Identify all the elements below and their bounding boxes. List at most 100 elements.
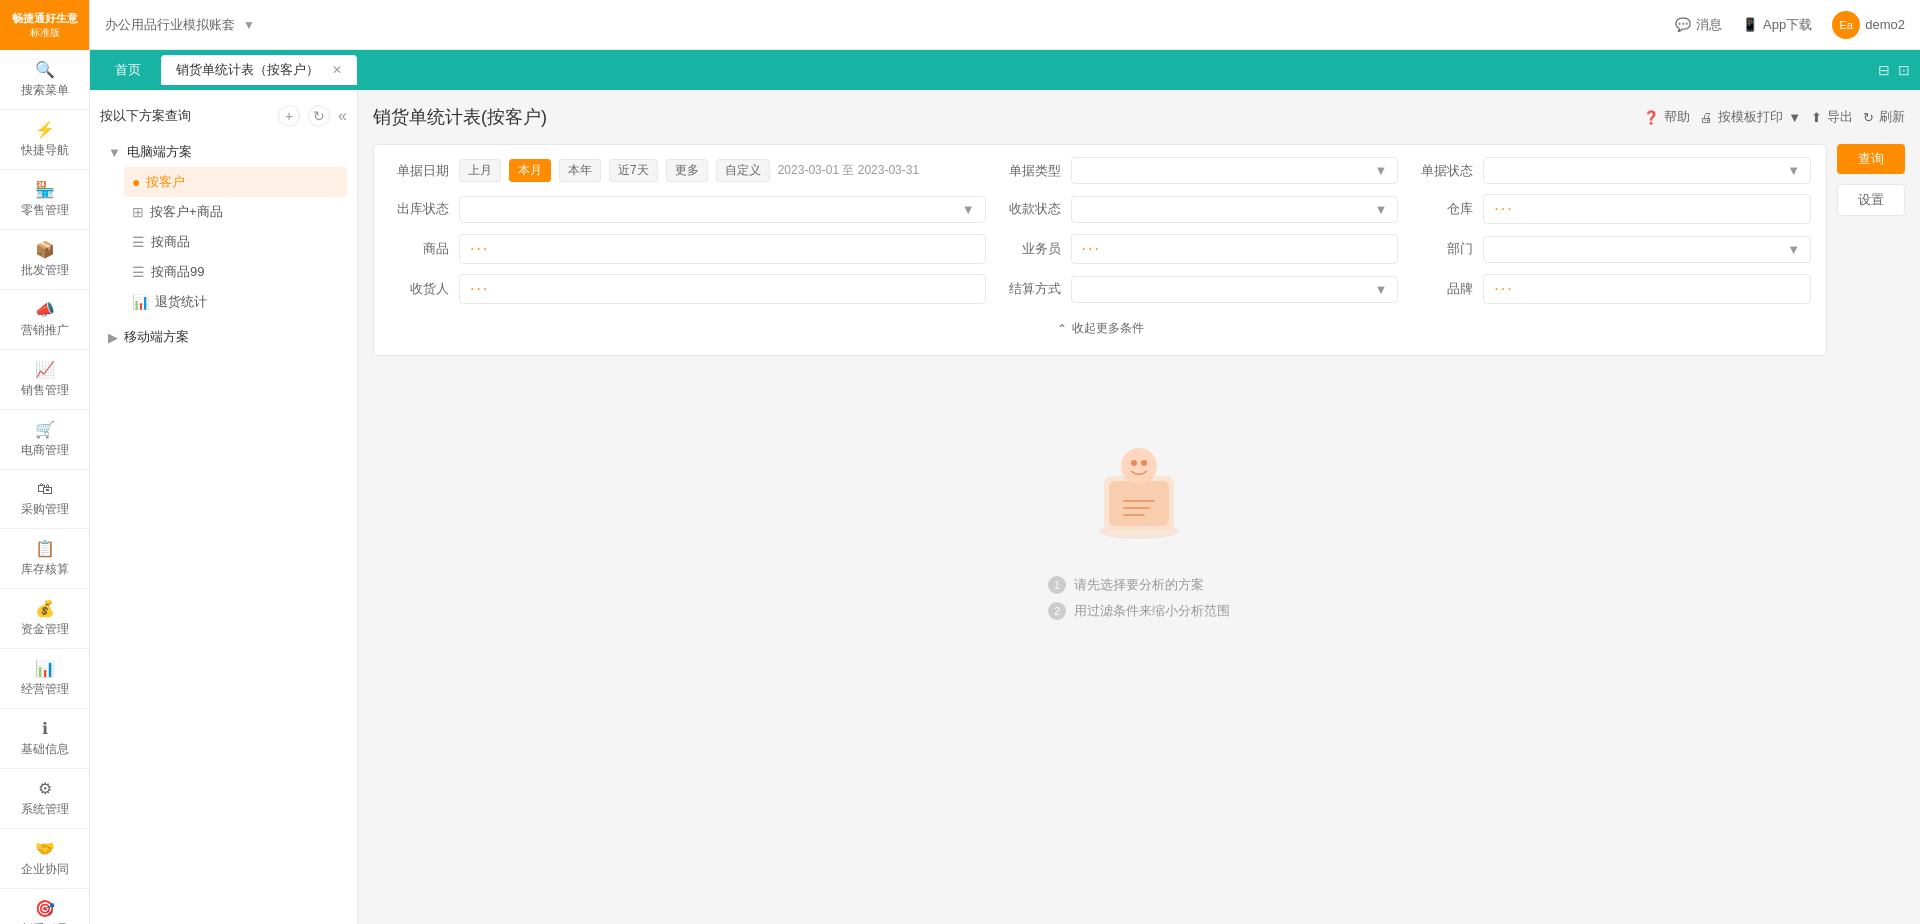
- logo[interactable]: 畅捷通好生意 标准版: [0, 0, 89, 50]
- sidebar-item-新手引导[interactable]: 🎯新手引导: [0, 889, 89, 924]
- brand-select[interactable]: ···: [1483, 274, 1811, 304]
- tree-item-label: 按商品: [151, 233, 190, 251]
- date-range: 2023-03-01 至 2023-03-31: [778, 162, 919, 179]
- topbar-dropdown-icon[interactable]: ▼: [243, 18, 255, 32]
- warehouse-col: 仓库 ···: [1413, 194, 1811, 224]
- template-print-btn[interactable]: 🖨 按模板打印 ▼: [1700, 108, 1801, 126]
- tree-item-by-goods99[interactable]: ☰ 按商品99: [124, 257, 347, 287]
- export-btn[interactable]: ⬆ 导出: [1811, 108, 1853, 126]
- settings-btn[interactable]: 设置: [1837, 184, 1905, 216]
- user-menu[interactable]: Ea demo2: [1832, 11, 1905, 39]
- sidebar-item-快捷导航[interactable]: ⚡快捷导航: [0, 110, 89, 170]
- date-col: 单据日期 上月 本月 本年 近7天 更多 自定义 2023-03-01 至 20…: [389, 159, 986, 182]
- tab-home-label: 首页: [115, 61, 141, 79]
- tree-expand-icon: ▼: [108, 145, 121, 160]
- help-icon: ❓: [1643, 110, 1659, 125]
- tree-item-label: 按客户: [146, 173, 185, 191]
- goods-label: 商品: [389, 240, 449, 258]
- collapse-more-btn[interactable]: ⌃ 收起更多条件: [389, 314, 1811, 343]
- minimize-icon[interactable]: ⊟: [1878, 62, 1890, 78]
- receiver-select[interactable]: ···: [459, 274, 986, 304]
- sidebar-icon: 📈: [5, 360, 84, 379]
- tab-sales-stats-label: 销货单统计表（按客户）: [176, 61, 319, 79]
- list-icon: ☰: [132, 234, 145, 250]
- tab-close-icon[interactable]: ✕: [332, 63, 342, 77]
- this-month-btn[interactable]: 本月: [509, 159, 551, 182]
- settlement-select[interactable]: ▼: [1071, 276, 1399, 303]
- sidebar-item-电商管理[interactable]: 🛒电商管理: [0, 410, 89, 470]
- refresh-icon: ↻: [1863, 110, 1874, 125]
- bill-type-label: 单据类型: [1001, 162, 1061, 180]
- app-icon: 📱: [1742, 17, 1758, 32]
- sidebar-label: 电商管理: [21, 443, 69, 457]
- settlement-col: 结算方式 ▼: [1001, 276, 1399, 303]
- goods-select[interactable]: ···: [459, 234, 986, 264]
- sidebar-icon: ℹ: [5, 719, 84, 738]
- tree-collapsed-icon: ▶: [108, 330, 118, 345]
- topbar-left: 办公用品行业模拟账套 ▼: [105, 16, 255, 34]
- date-label: 单据日期: [389, 162, 449, 180]
- sidebar-icon: 🎯: [5, 899, 84, 918]
- salesperson-col: 业务员 ···: [1001, 234, 1399, 264]
- tree-item-by-customer-goods[interactable]: ⊞ 按客户+商品: [124, 197, 347, 227]
- sidebar-icon: 📦: [5, 240, 84, 259]
- tab-sales-stats[interactable]: 销货单统计表（按客户） ✕: [161, 55, 357, 85]
- help-btn[interactable]: ❓ 帮助: [1643, 108, 1690, 126]
- salesperson-select[interactable]: ···: [1071, 234, 1399, 264]
- sidebar-item-零售管理[interactable]: 🏪零售管理: [0, 170, 89, 230]
- tab-home[interactable]: 首页: [100, 55, 156, 85]
- sidebar-label: 批发管理: [21, 263, 69, 277]
- last-month-btn[interactable]: 上月: [459, 159, 501, 182]
- maximize-icon[interactable]: ⊡: [1898, 62, 1910, 78]
- dept-dropdown-icon: ▼: [1787, 242, 1800, 257]
- grid-icon: ⊞: [132, 204, 144, 220]
- collapse-panel-icon[interactable]: «: [338, 107, 347, 125]
- sidebar-item-企业协同[interactable]: 🤝企业协同: [0, 829, 89, 889]
- sidebar-item-库存核算[interactable]: 📋库存核算: [0, 529, 89, 589]
- sidebar-item-系统管理[interactable]: ⚙系统管理: [0, 769, 89, 829]
- template-print-label: 按模板打印: [1718, 108, 1783, 126]
- bill-type-select[interactable]: ▼: [1071, 157, 1399, 184]
- empty-tip-1: 1 请先选择要分析的方案: [1048, 576, 1230, 594]
- dept-label: 部门: [1413, 240, 1473, 258]
- bill-status-select[interactable]: ▼: [1483, 157, 1811, 184]
- tree-item-by-customer[interactable]: ● 按客户: [124, 167, 347, 197]
- out-status-dropdown-icon: ▼: [962, 202, 975, 217]
- last-7days-btn[interactable]: 近7天: [609, 159, 658, 182]
- more-btn[interactable]: 更多: [666, 159, 708, 182]
- sidebar-item-销售管理[interactable]: 📈 销售管理: [0, 350, 89, 410]
- username: demo2: [1865, 17, 1905, 32]
- warehouse-select[interactable]: ···: [1483, 194, 1811, 224]
- tree-mobile-section[interactable]: ▶ 移动端方案: [100, 322, 347, 352]
- sidebar-item-经营管理[interactable]: 📊经营管理: [0, 649, 89, 709]
- sidebar-item-营销推广[interactable]: 📣营销推广: [0, 290, 89, 350]
- receipt-status-select[interactable]: ▼: [1071, 196, 1399, 223]
- empty-icon: [1079, 436, 1199, 556]
- custom-btn[interactable]: 自定义: [716, 159, 770, 182]
- left-panel: 按以下方案查询 + ↻ « ▼ 电脑端方案 ● 按客户: [90, 90, 358, 924]
- sidebar-label: 资金管理: [21, 622, 69, 636]
- this-year-btn[interactable]: 本年: [559, 159, 601, 182]
- sidebar-item-资金管理[interactable]: 💰资金管理: [0, 589, 89, 649]
- dept-select[interactable]: ▼: [1483, 236, 1811, 263]
- bill-type-col: 单据类型 ▼: [1001, 157, 1399, 184]
- active-dot-icon: ●: [132, 174, 140, 190]
- query-btn[interactable]: 查询: [1837, 144, 1905, 174]
- out-status-select[interactable]: ▼: [459, 196, 986, 223]
- bill-type-dropdown-icon: ▼: [1374, 163, 1387, 178]
- tree-item-by-goods[interactable]: ☰ 按商品: [124, 227, 347, 257]
- tree-pc-section[interactable]: ▼ 电脑端方案: [100, 137, 347, 167]
- tree-item-return-stats[interactable]: 📊 退货统计: [124, 287, 347, 317]
- message-btn[interactable]: 💬 消息: [1675, 16, 1722, 34]
- app-download-btn[interactable]: 📱 App下载: [1742, 16, 1812, 34]
- sidebar-item-采购管理[interactable]: 🛍采购管理: [0, 470, 89, 529]
- bar-icon: 📊: [132, 294, 149, 310]
- add-scheme-btn[interactable]: +: [278, 105, 300, 127]
- logo-sub: 标准版: [30, 26, 60, 40]
- sidebar-item-搜索菜单[interactable]: 🔍搜索菜单: [0, 50, 89, 110]
- refresh-scheme-btn[interactable]: ↻: [308, 105, 330, 127]
- sidebar-label: 销售管理: [21, 383, 69, 397]
- sidebar-item-基础信息[interactable]: ℹ基础信息: [0, 709, 89, 769]
- refresh-btn[interactable]: ↻ 刷新: [1863, 108, 1905, 126]
- sidebar-item-批发管理[interactable]: 📦 批发管理: [0, 230, 89, 290]
